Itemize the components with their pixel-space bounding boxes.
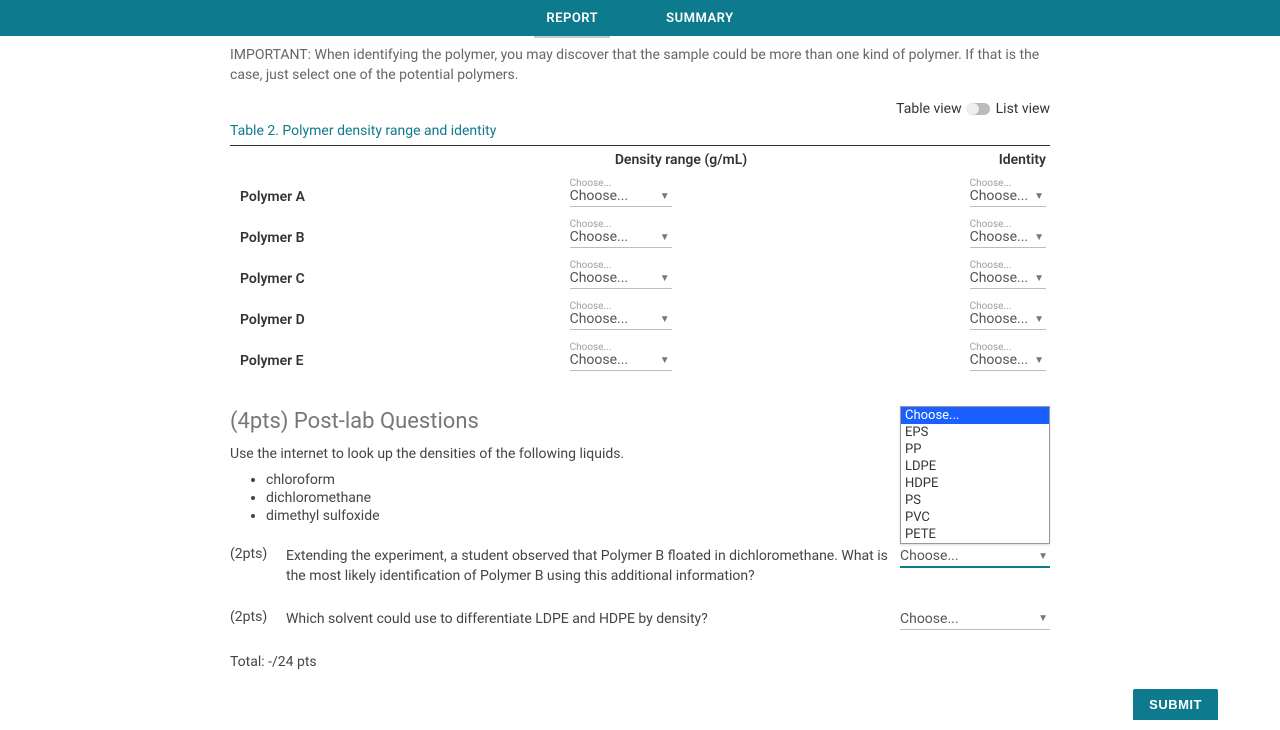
dropdown-option[interactable]: PVC [901, 509, 1049, 526]
table-caption: Table 2. Polymer density range and ident… [230, 123, 1050, 141]
view-toggle-switch[interactable] [968, 103, 990, 115]
density-select-2[interactable]: Choose...▼ [570, 268, 672, 289]
submit-button[interactable]: SUBMIT [1133, 689, 1218, 720]
col-identity-header: Identity [820, 146, 1050, 176]
polymer-name: Polymer E [230, 340, 542, 381]
identity-select-3[interactable]: Choose...▼ [970, 309, 1046, 330]
table-row: Polymer BChoose...Choose...▼Choose...Cho… [230, 217, 1050, 258]
polymer-name: Polymer A [230, 176, 542, 217]
list-view-label: List view [996, 101, 1050, 117]
total-points: Total: -/24 pts [230, 654, 1050, 670]
dropdown-option[interactable]: HDPE [901, 475, 1049, 492]
q2-points: (2pts) [230, 609, 274, 625]
density-select-4[interactable]: Choose...▼ [570, 350, 672, 371]
chevron-down-icon: ▼ [660, 355, 670, 366]
view-toggle: Table view List view [230, 101, 1050, 117]
chevron-down-icon: ▼ [660, 191, 670, 202]
q1-select[interactable]: Choose... ▼ [900, 546, 1050, 568]
q2-text: Which solvent could use to differentiate… [286, 609, 888, 629]
polymer-table: Density range (g/mL) Identity Polymer AC… [230, 146, 1050, 381]
identity-select-0[interactable]: Choose...▼ [970, 186, 1046, 207]
table-view-label: Table view [896, 101, 962, 117]
chevron-down-icon: ▼ [1034, 232, 1044, 243]
dropdown-option[interactable]: EPS [901, 424, 1049, 441]
polymer-name: Polymer C [230, 258, 542, 299]
chevron-down-icon: ▼ [1034, 273, 1044, 284]
tab-report[interactable]: REPORT [542, 1, 602, 36]
density-select-0[interactable]: Choose...▼ [570, 186, 672, 207]
chevron-down-icon: ▼ [1034, 355, 1044, 366]
dropdown-option[interactable]: PS [901, 492, 1049, 509]
important-note: IMPORTANT: When identifying the polymer,… [230, 46, 1050, 85]
identity-select-4[interactable]: Choose...▼ [970, 350, 1046, 371]
question-1-row: (2pts) Extending the experiment, a stude… [230, 546, 1050, 587]
polymer-name: Polymer D [230, 299, 542, 340]
q2-select[interactable]: Choose... ▼ [900, 609, 1050, 630]
dropdown-option[interactable]: PP [901, 441, 1049, 458]
q1-points: (2pts) [230, 546, 274, 562]
dropdown-option[interactable]: PETE [901, 526, 1049, 543]
q1-text: Extending the experiment, a student obse… [286, 546, 888, 587]
chevron-down-icon: ▼ [660, 273, 670, 284]
chevron-down-icon: ▼ [1034, 191, 1044, 202]
identity-select-2[interactable]: Choose...▼ [970, 268, 1046, 289]
q1-dropdown-list: Choose...EPSPPLDPEHDPEPSPVCPETE [900, 406, 1050, 544]
table-row: Polymer AChoose...Choose...▼Choose...Cho… [230, 176, 1050, 217]
tab-summary[interactable]: SUMMARY [662, 1, 737, 36]
density-select-1[interactable]: Choose...▼ [570, 227, 672, 248]
identity-select-1[interactable]: Choose...▼ [970, 227, 1046, 248]
chevron-down-icon: ▼ [1034, 314, 1044, 325]
top-nav: REPORT SUMMARY [0, 0, 1280, 36]
chevron-down-icon: ▼ [1038, 551, 1048, 562]
col-density-header: Density range (g/mL) [542, 146, 821, 176]
dropdown-option[interactable]: LDPE [901, 458, 1049, 475]
density-select-3[interactable]: Choose...▼ [570, 309, 672, 330]
table-row: Polymer DChoose...Choose...▼Choose...Cho… [230, 299, 1050, 340]
chevron-down-icon: ▼ [1038, 613, 1048, 624]
question-2-row: (2pts) Which solvent could use to differ… [230, 609, 1050, 630]
table-row: Polymer EChoose...Choose...▼Choose...Cho… [230, 340, 1050, 381]
polymer-name: Polymer B [230, 217, 542, 258]
chevron-down-icon: ▼ [660, 314, 670, 325]
table-row: Polymer CChoose...Choose...▼Choose...Cho… [230, 258, 1050, 299]
chevron-down-icon: ▼ [660, 232, 670, 243]
dropdown-option[interactable]: Choose... [901, 407, 1049, 424]
